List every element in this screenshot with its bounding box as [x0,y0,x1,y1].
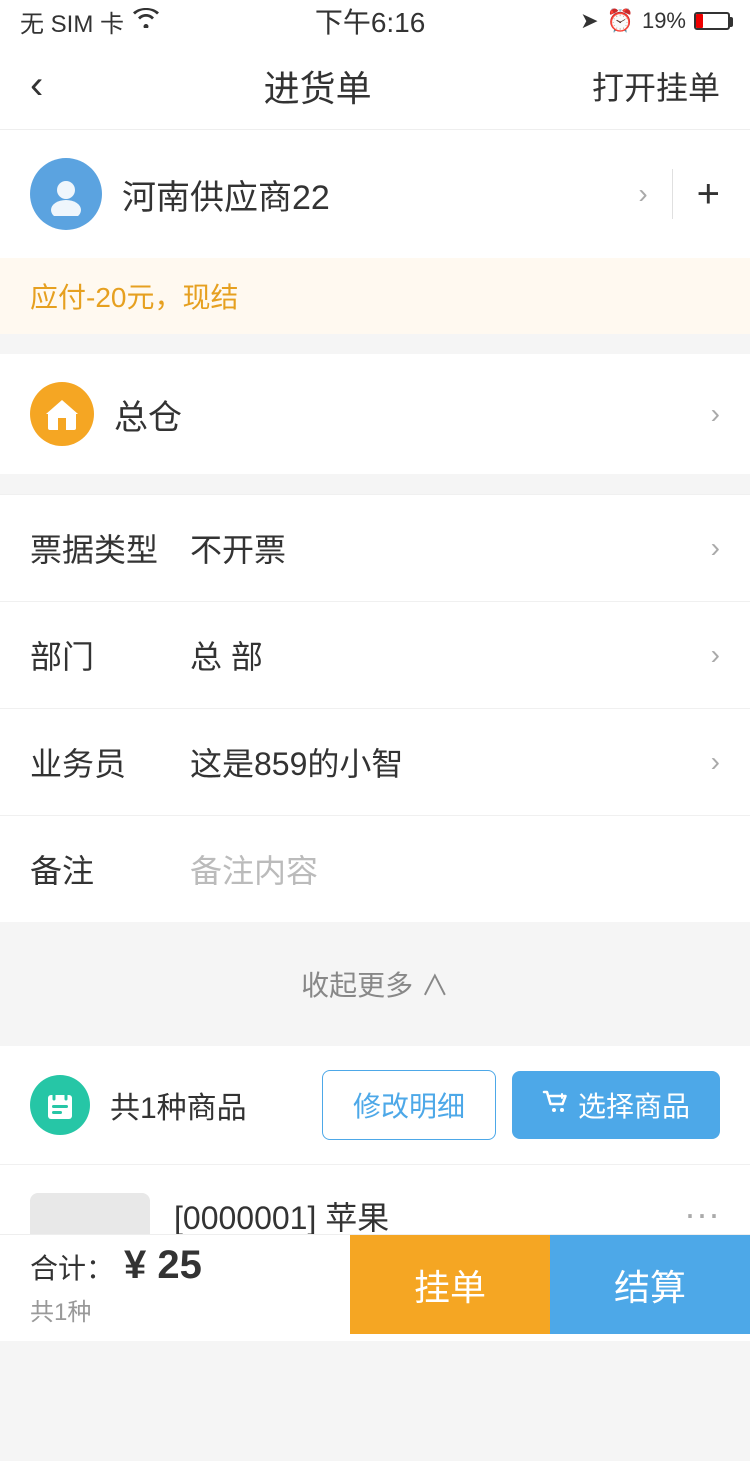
battery-percent: 19% [642,8,686,34]
supplier-name: 河南供应商22 [122,170,638,219]
supplier-divider [672,169,673,219]
supplier-notice: 应付-20元，现结 [0,258,750,334]
collapse-row[interactable]: 收起更多 ∧ [0,942,750,1026]
status-time: 下午6:16 [315,1,426,41]
product-code: [0000001] [174,1200,316,1236]
product-title: 苹果 [325,1200,389,1236]
nav-bar: ‹ 进货单 打开挂单 [0,42,750,130]
remark-label: 备注 [30,846,190,892]
salesperson-chevron-icon: › [711,746,720,778]
product-count-icon [30,1075,90,1135]
supplier-section: 河南供应商22 › + 应付-20元，现结 [0,130,750,334]
invoice-row[interactable]: 票据类型 不开票 › [0,494,750,601]
total-text: 合计： [30,1247,114,1287]
alarm-icon: ⏰ [607,8,634,34]
add-supplier-button[interactable]: + [697,172,720,217]
salesperson-label: 业务员 [30,739,190,785]
sim-status: 无 SIM 卡 [20,4,124,39]
total-label: 合计： ¥ 25 [30,1243,320,1288]
warehouse-section: 总仓 › [0,354,750,474]
product-header: 共1种商品 修改明细 选择商品 [0,1046,750,1164]
remark-input[interactable]: 备注内容 [190,846,720,892]
dept-chevron-icon: › [711,639,720,671]
cart-icon [542,1089,570,1121]
dept-value: 总 部 [190,632,711,678]
product-menu-button[interactable]: ··· [684,1193,720,1235]
invoice-label: 票据类型 [30,525,190,571]
select-product-button[interactable]: 选择商品 [512,1071,720,1139]
location-icon: ➤ [580,8,598,34]
page-title: 进货单 [264,60,372,112]
dept-row[interactable]: 部门 总 部 › [0,601,750,708]
invoice-chevron-icon: › [711,532,720,564]
back-button[interactable]: ‹ [30,63,43,108]
battery-icon [694,12,730,30]
invoice-value: 不开票 [190,525,711,571]
total-count: 共1种 [30,1292,320,1327]
edit-detail-button[interactable]: 修改明细 [322,1070,496,1140]
supplier-row[interactable]: 河南供应商22 › + [0,130,750,258]
warehouse-icon [30,382,94,446]
wifi-icon [132,7,160,35]
dept-label: 部门 [30,632,190,678]
warehouse-row[interactable]: 总仓 › [0,354,750,474]
open-hang-button[interactable]: 打开挂单 [592,63,720,109]
status-bar: 无 SIM 卡 下午6:16 ➤ ⏰ 19% [0,0,750,42]
select-product-label: 选择商品 [578,1085,690,1125]
product-name: [0000001] 苹果 [174,1193,668,1239]
remark-row[interactable]: 备注 备注内容 [0,815,750,922]
total-section: 合计： ¥ 25 共1种 [0,1235,350,1334]
product-count-text: 共1种商品 [110,1083,322,1127]
salesperson-row[interactable]: 业务员 这是859的小智 › [0,708,750,815]
total-amount: ¥ 25 [124,1243,202,1288]
form-section: 票据类型 不开票 › 部门 总 部 › 业务员 这是859的小智 › 备注 备注… [0,494,750,922]
supplier-chevron-icon: › [638,178,647,210]
status-left: 无 SIM 卡 [20,4,160,39]
status-right: ➤ ⏰ 19% [580,8,730,34]
collapse-label: 收起更多 ∧ [301,970,449,1001]
warehouse-chevron-icon: › [711,398,720,430]
checkout-button[interactable]: 结算 [550,1235,750,1334]
salesperson-value: 这是859的小智 [190,739,711,785]
hang-button[interactable]: 挂单 [350,1235,550,1334]
warehouse-name: 总仓 [114,390,711,439]
supplier-avatar [30,158,102,230]
bottom-bar: 合计： ¥ 25 共1种 挂单 结算 [0,1234,750,1334]
